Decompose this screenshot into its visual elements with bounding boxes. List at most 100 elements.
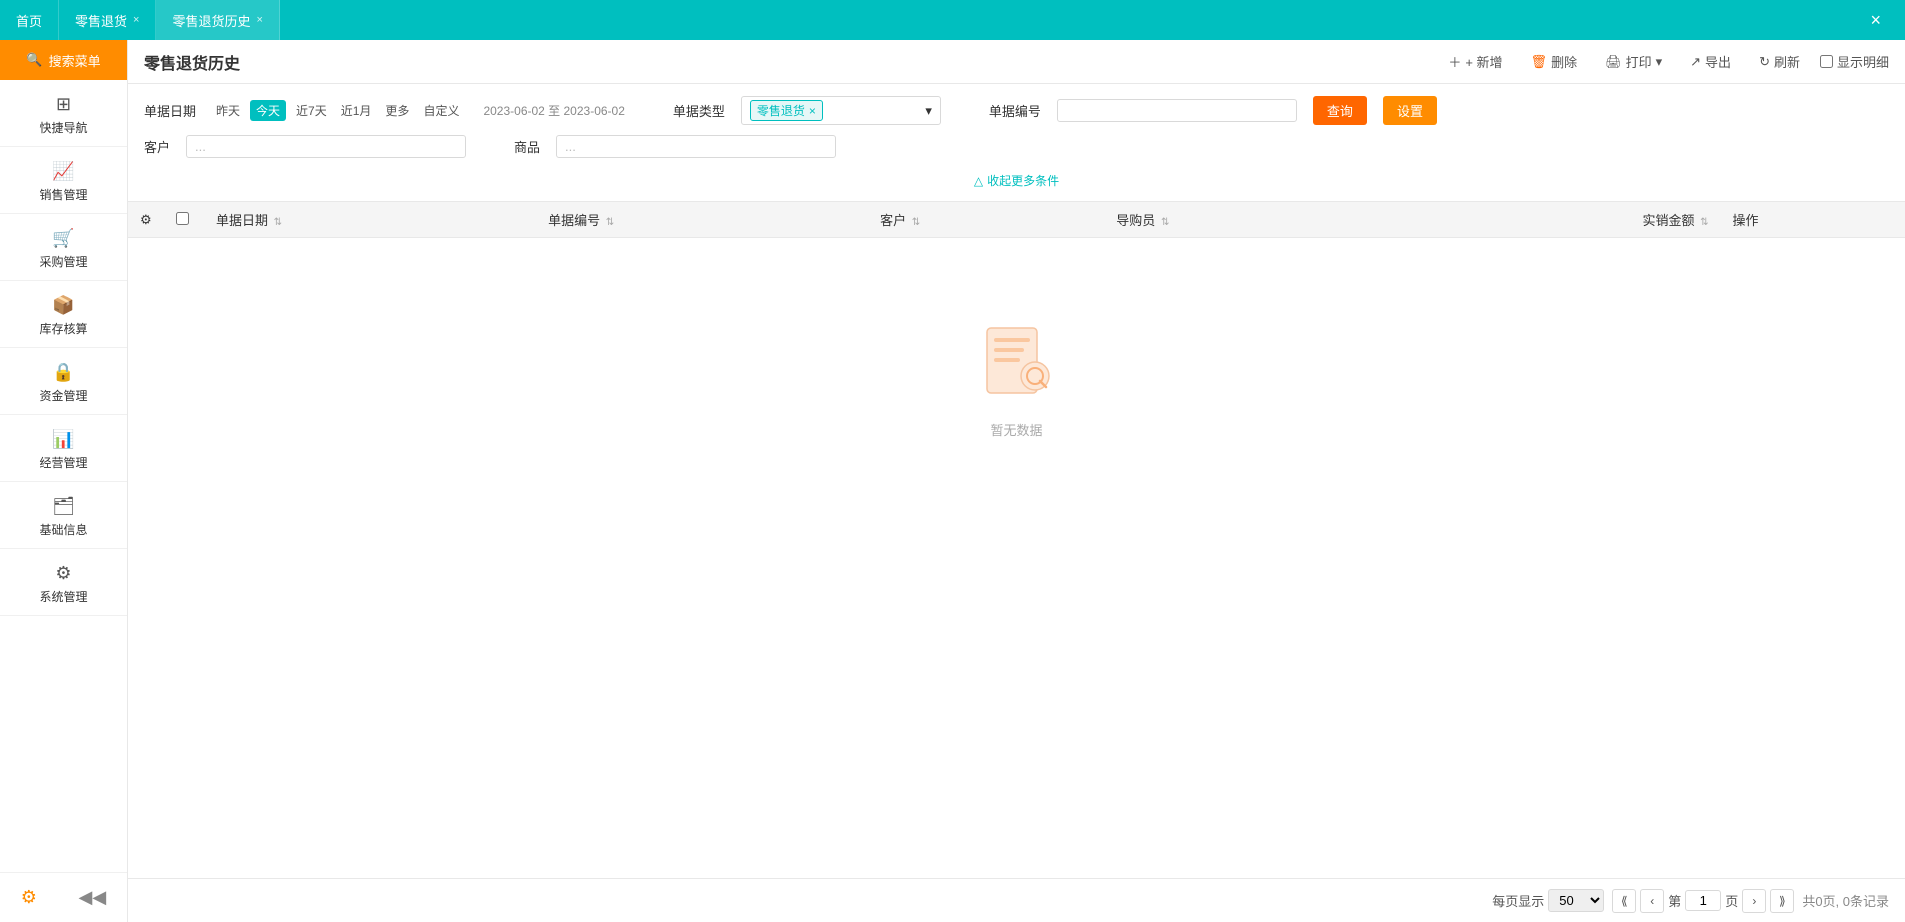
date-opt-more[interactable]: 更多 <box>381 100 413 121</box>
tab-retail-return-history-close[interactable]: × <box>256 14 262 26</box>
th-settings[interactable]: ⚙ <box>128 202 164 238</box>
th-customer[interactable]: 客户 ⇅ <box>868 202 1104 238</box>
th-action: 操作 <box>1720 202 1905 238</box>
export-icon: ↗ <box>1690 54 1701 70</box>
goods-select[interactable]: ... <box>556 135 836 158</box>
search-icon: 🔍 <box>26 52 42 68</box>
new-button[interactable]: ＋ + 新增 <box>1440 48 1510 75</box>
date-range-display: 2023-06-02 至 2023-06-02 <box>483 102 624 119</box>
date-opt-today[interactable]: 今天 <box>250 100 286 121</box>
sidebar-audio-button[interactable]: ◀◀ <box>75 883 111 912</box>
sidebar-bottom: ⚙ ◀◀ <box>0 872 127 922</box>
inventory-icon: 📦 <box>52 295 74 316</box>
last-page-button[interactable]: ⟫ <box>1770 889 1794 913</box>
tab-retail-return-close[interactable]: × <box>133 14 139 26</box>
finance-icon: 🔒 <box>52 362 74 383</box>
page-size-dropdown[interactable]: 50 10 20 100 <box>1548 889 1604 912</box>
sidebar-settings-button[interactable]: ⚙ <box>17 883 41 912</box>
empty-state: 暂无数据 <box>128 238 1905 519</box>
th-doc-no-label: 单据编号 <box>548 213 600 228</box>
th-date[interactable]: 单据日期 ⇅ <box>204 202 536 238</box>
page-header: 零售退货历史 ＋ + 新增 🗑 删除 🖨 打印 ▾ ↗ 导出 <box>128 40 1905 84</box>
sidebar-item-purchase-label: 采购管理 <box>39 253 87 270</box>
th-guide[interactable]: 导购员 ⇅ <box>1104 202 1388 238</box>
sidebar-item-finance[interactable]: 🔒 资金管理 <box>0 348 127 415</box>
customer-label: 客户 <box>144 137 170 156</box>
date-opt-last7[interactable]: 近7天 <box>292 100 331 121</box>
th-amount[interactable]: 实销金额 ⇅ <box>1388 202 1720 238</box>
select-all-checkbox[interactable] <box>176 212 189 225</box>
pagination: 每页显示 50 10 20 100 ⟪ ‹ 第 页 › ⟫ 共0页, 0条记录 <box>128 878 1905 922</box>
date-opt-custom[interactable]: 自定义 <box>419 100 463 121</box>
sidebar-item-quick-nav[interactable]: ⊞ 快捷导航 <box>0 80 127 147</box>
sidebar-item-inventory[interactable]: 📦 库存核算 <box>0 281 127 348</box>
doc-type-select[interactable]: 零售退货 × ▾ <box>741 96 941 125</box>
sidebar-item-sales[interactable]: 📈 销售管理 <box>0 147 127 214</box>
th-amount-label: 实销金额 <box>1642 213 1694 228</box>
date-opt-yesterday[interactable]: 昨天 <box>212 100 244 121</box>
th-guide-label: 导购员 <box>1116 213 1155 228</box>
page-number-input[interactable] <box>1685 890 1721 911</box>
tab-retail-return[interactable]: 零售退货 × <box>59 0 156 40</box>
tab-bar: 首页 零售退货 × 零售退货历史 × <box>0 0 1862 40</box>
export-button[interactable]: ↗ 导出 <box>1682 48 1739 75</box>
goods-ellipsis: ... <box>565 139 576 154</box>
delete-icon: 🗑 <box>1531 54 1548 70</box>
collapse-label: 收起更多条件 <box>987 172 1059 189</box>
page-nav: ⟪ ‹ 第 页 › ⟫ <box>1612 889 1794 913</box>
sidebar-item-finance-label: 资金管理 <box>39 387 87 404</box>
sidebar-item-purchase[interactable]: 🛒 采购管理 <box>0 214 127 281</box>
th-amount-sort-icon: ⇅ <box>1700 217 1708 228</box>
prev-page-button[interactable]: ‹ <box>1640 889 1664 913</box>
doc-no-input[interactable] <box>1057 99 1297 122</box>
sidebar-item-system-label: 系统管理 <box>39 588 87 605</box>
customer-select[interactable]: ... <box>186 135 466 158</box>
top-bar-right: × <box>1862 6 1905 35</box>
page-text: 第 <box>1668 891 1681 910</box>
tab-retail-return-history[interactable]: 零售退货历史 × <box>156 0 279 40</box>
empty-illustration <box>972 318 1062 408</box>
collapse-button[interactable]: △ 收起更多条件 <box>974 172 1059 189</box>
tab-retail-return-history-label: 零售退货历史 <box>172 11 250 30</box>
page-title: 零售退货历史 <box>144 50 240 74</box>
first-page-button[interactable]: ⟪ <box>1612 889 1636 913</box>
show-detail-label: 显示明细 <box>1837 52 1889 71</box>
total-info: 共0页, 0条记录 <box>1802 891 1889 910</box>
next-page-button[interactable]: › <box>1742 889 1766 913</box>
th-customer-sort-icon: ⇅ <box>912 217 920 228</box>
sales-icon: 📈 <box>52 161 74 182</box>
print-dropdown-icon: ▾ <box>1656 54 1663 70</box>
th-action-label: 操作 <box>1732 213 1758 228</box>
th-checkbox[interactable] <box>164 202 204 238</box>
doc-type-tag-remove[interactable]: × <box>809 104 816 118</box>
settings-button[interactable]: 设置 <box>1383 96 1437 125</box>
quick-nav-icon: ⊞ <box>56 94 71 115</box>
sidebar-item-system[interactable]: ⚙ 系统管理 <box>0 549 127 616</box>
sidebar-search-label: 搜索菜单 <box>49 51 101 70</box>
main-layout: 🔍 搜索菜单 ⊞ 快捷导航 📈 销售管理 🛒 采购管理 📦 库存核算 🔒 资金管… <box>0 40 1905 922</box>
th-date-sort-icon: ⇅ <box>274 217 282 228</box>
sidebar-item-operations-label: 经营管理 <box>39 454 87 471</box>
show-detail-checkbox[interactable] <box>1820 55 1833 68</box>
sidebar-item-base-info[interactable]: 🗂 基础信息 <box>0 482 127 549</box>
delete-button[interactable]: 🗑 删除 <box>1523 48 1586 75</box>
show-detail-checkbox-label[interactable]: 显示明细 <box>1820 52 1889 71</box>
empty-text: 暂无数据 <box>990 420 1042 439</box>
tab-home[interactable]: 首页 <box>0 0 59 40</box>
sidebar-item-sales-label: 销售管理 <box>39 186 87 203</box>
th-doc-no[interactable]: 单据编号 ⇅ <box>536 202 868 238</box>
empty-row: 暂无数据 <box>128 238 1905 520</box>
operations-icon: 📊 <box>52 429 74 450</box>
print-button[interactable]: 🖨 打印 ▾ <box>1597 48 1670 75</box>
sidebar-item-operations[interactable]: 📊 经营管理 <box>0 415 127 482</box>
date-opt-last1m[interactable]: 近1月 <box>337 100 376 121</box>
query-button[interactable]: 查询 <box>1313 96 1367 125</box>
doc-type-tag: 零售退货 × <box>750 100 823 121</box>
sidebar-item-base-info-label: 基础信息 <box>39 521 87 538</box>
tab-home-label: 首页 <box>16 11 42 30</box>
sidebar-search[interactable]: 🔍 搜索菜单 <box>0 40 127 80</box>
window-close-button[interactable]: × <box>1862 6 1889 35</box>
base-info-icon: 🗂 <box>52 496 75 517</box>
table-area: ⚙ 单据日期 ⇅ 单据编号 ⇅ <box>128 202 1905 878</box>
refresh-button[interactable]: ↻ 刷新 <box>1751 48 1808 75</box>
